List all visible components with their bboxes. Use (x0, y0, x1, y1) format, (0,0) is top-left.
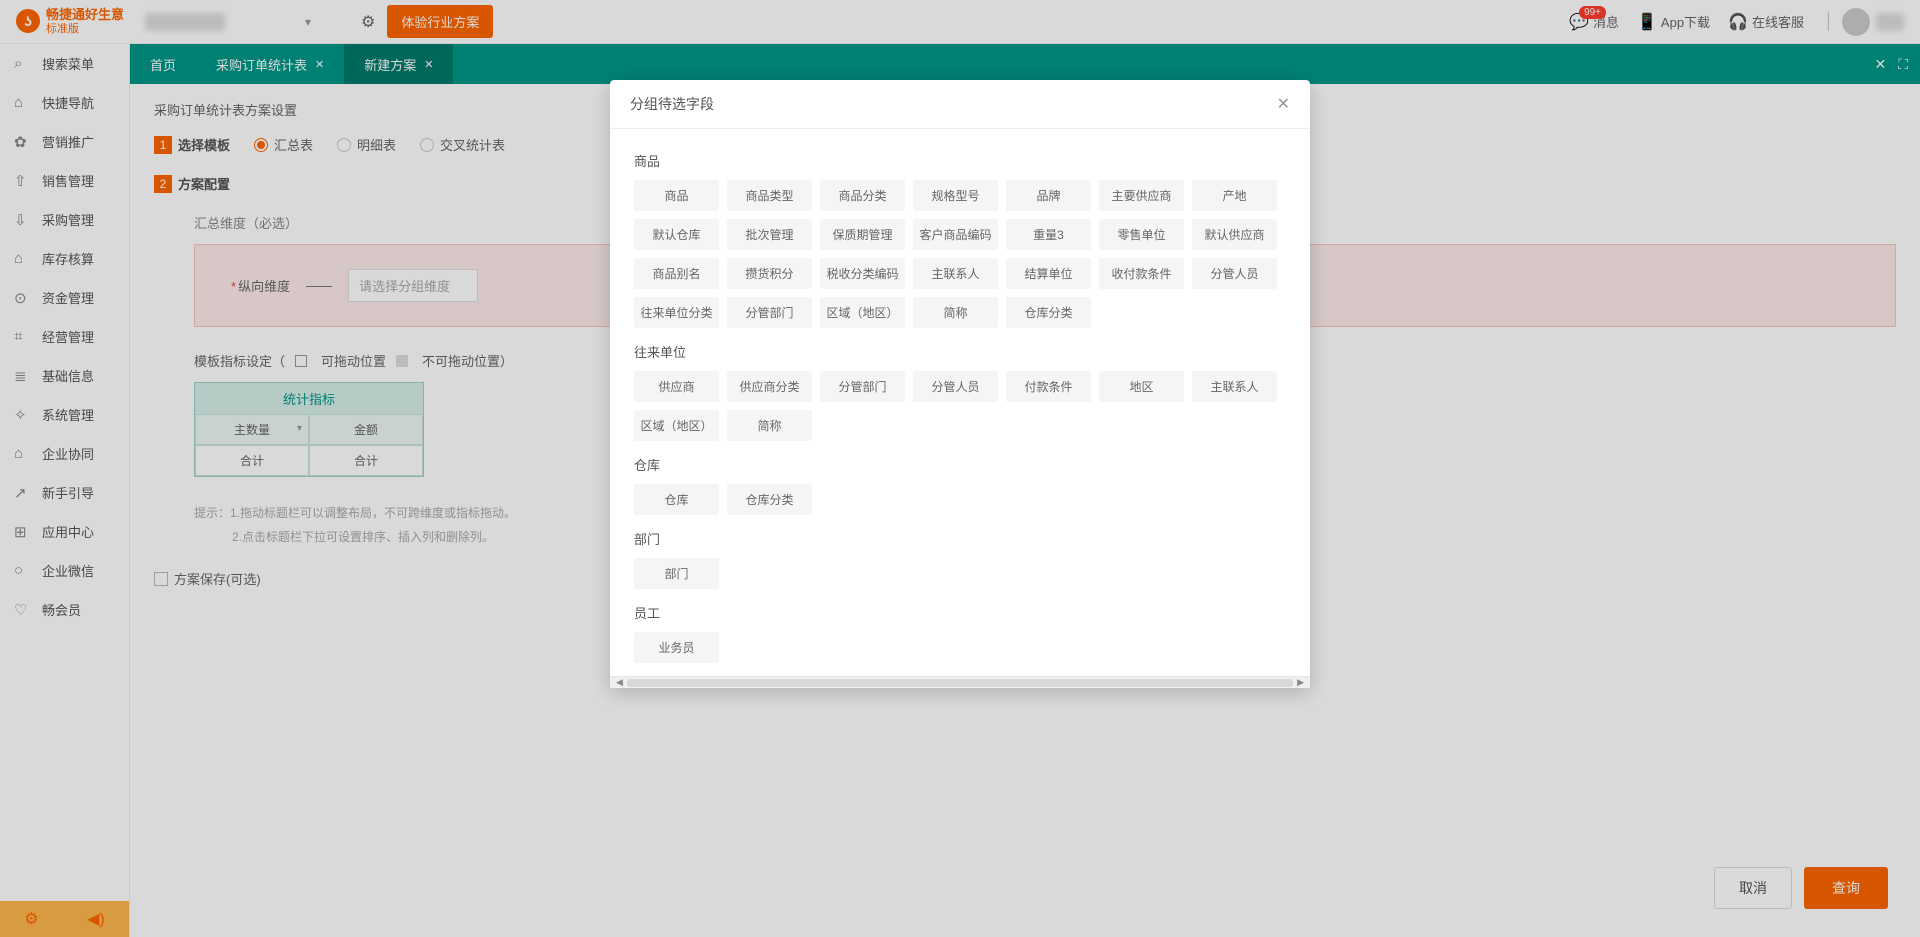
field-chip[interactable]: 分管人员 (1192, 258, 1277, 289)
field-chip[interactable]: 商品别名 (634, 258, 719, 289)
field-group-title: 部门 (634, 529, 1286, 548)
field-chip[interactable]: 批次管理 (727, 219, 812, 250)
field-chip[interactable]: 商品分类 (820, 180, 905, 211)
field-chip[interactable]: 规格型号 (913, 180, 998, 211)
field-chip[interactable]: 主联系人 (1192, 371, 1277, 402)
field-chip[interactable]: 攒货积分 (727, 258, 812, 289)
field-chip[interactable]: 重量3 (1006, 219, 1091, 250)
field-chip[interactable]: 结算单位 (1006, 258, 1091, 289)
field-chip[interactable]: 仓库分类 (727, 484, 812, 515)
field-chip[interactable]: 供应商 (634, 371, 719, 402)
field-chip[interactable]: 零售单位 (1099, 219, 1184, 250)
field-chip[interactable]: 商品类型 (727, 180, 812, 211)
field-chip[interactable]: 供应商分类 (727, 371, 812, 402)
field-group-1: 往来单位供应商供应商分类分管部门分管人员付款条件地区主联系人区域（地区） 简称 (634, 342, 1286, 441)
field-group-title: 往来单位 (634, 342, 1286, 361)
field-chip[interactable]: 区域（地区） (820, 297, 905, 328)
field-chip[interactable]: 产地 (1192, 180, 1277, 211)
field-chip[interactable]: 仓库 (634, 484, 719, 515)
field-chip[interactable]: 收付款条件 (1099, 258, 1184, 289)
modal-close-icon[interactable]: ✕ (1277, 94, 1290, 114)
field-group-title: 商品 (634, 151, 1286, 170)
field-group-title: 仓库 (634, 455, 1286, 474)
scroll-right-arrow[interactable]: ▶ (1297, 677, 1304, 688)
field-picker-modal: 分组待选字段 ✕ 商品商品商品类型商品分类规格型号品牌主要供应商产地默认仓库批次… (610, 80, 1310, 688)
field-group-4: 员工业务员 (634, 603, 1286, 663)
field-chip[interactable]: 税收分类编码 (820, 258, 905, 289)
field-chip[interactable]: 主要供应商 (1099, 180, 1184, 211)
field-chip[interactable]: 业务员 (634, 632, 719, 663)
field-chip[interactable]: 付款条件 (1006, 371, 1091, 402)
field-chip[interactable]: 分管人员 (913, 371, 998, 402)
field-chip[interactable]: 分管部门 (727, 297, 812, 328)
field-chip[interactable]: 区域（地区） (634, 410, 719, 441)
modal-overlay: 分组待选字段 ✕ 商品商品商品类型商品分类规格型号品牌主要供应商产地默认仓库批次… (0, 0, 1920, 937)
field-chip[interactable]: 简称 (913, 297, 998, 328)
modal-scroll-x[interactable]: ◀ ▶ (610, 676, 1310, 688)
field-chip[interactable]: 默认仓库 (634, 219, 719, 250)
field-group-3: 部门部门 (634, 529, 1286, 589)
modal-title: 分组待选字段 (630, 94, 714, 114)
scroll-track[interactable] (627, 679, 1293, 687)
field-chip[interactable]: 默认供应商 (1192, 219, 1277, 250)
field-chip[interactable]: 仓库分类 (1006, 297, 1091, 328)
field-chip[interactable]: 分管部门 (820, 371, 905, 402)
field-chip[interactable]: 品牌 (1006, 180, 1091, 211)
field-group-0: 商品商品商品类型商品分类规格型号品牌主要供应商产地默认仓库批次管理保质期管理客户… (634, 151, 1286, 328)
modal-body: 商品商品商品类型商品分类规格型号品牌主要供应商产地默认仓库批次管理保质期管理客户… (610, 129, 1310, 676)
field-chip[interactable]: 部门 (634, 558, 719, 589)
field-chip[interactable]: 主联系人 (913, 258, 998, 289)
field-group-title: 员工 (634, 603, 1286, 622)
field-group-2: 仓库仓库仓库分类 (634, 455, 1286, 515)
field-chip[interactable]: 地区 (1099, 371, 1184, 402)
field-chip[interactable]: 简称 (727, 410, 812, 441)
field-chip[interactable]: 往来单位分类 (634, 297, 719, 328)
field-chip[interactable]: 客户商品编码 (913, 219, 998, 250)
field-chip[interactable]: 保质期管理 (820, 219, 905, 250)
scroll-left-arrow[interactable]: ◀ (616, 677, 623, 688)
field-chip[interactable]: 商品 (634, 180, 719, 211)
